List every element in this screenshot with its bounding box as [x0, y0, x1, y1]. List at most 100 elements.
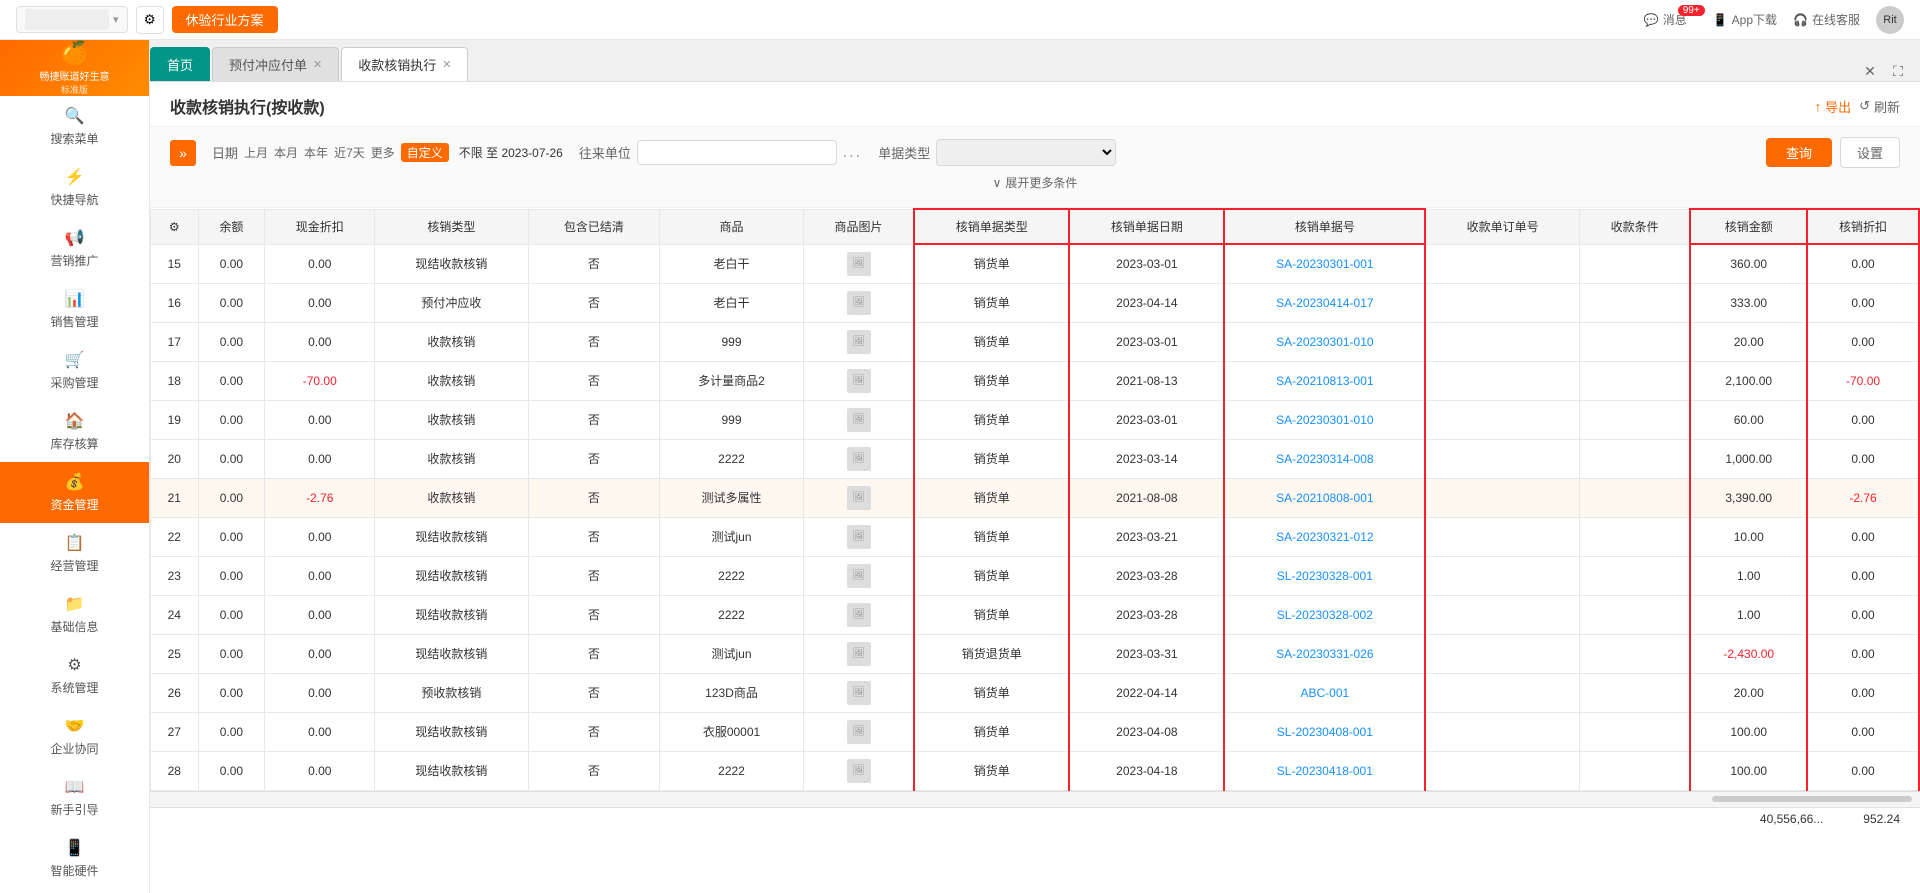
- cell-doc-no[interactable]: SA-20210808-001: [1224, 478, 1425, 517]
- doc-no-link[interactable]: SA-20210813-001: [1276, 374, 1373, 388]
- doc-no-link[interactable]: SA-20230314-008: [1276, 452, 1373, 466]
- cell-doc-no[interactable]: SA-20230314-008: [1224, 439, 1425, 478]
- doc-no-link[interactable]: SL-20230328-001: [1277, 569, 1373, 583]
- window-max-btn[interactable]: ⛶: [1888, 61, 1908, 81]
- tab-prepay-close[interactable]: ✕: [313, 58, 322, 71]
- cell-condition: [1579, 673, 1690, 712]
- cell-doc-no[interactable]: SA-20230301-010: [1224, 322, 1425, 361]
- industry-button[interactable]: 休验行业方案: [172, 6, 278, 33]
- cell-no: 18: [151, 361, 199, 400]
- messages-button[interactable]: 💬 消息 99+: [1644, 11, 1697, 28]
- voucher-type-select[interactable]: [936, 139, 1116, 166]
- expand-more-bar[interactable]: ∨ 展开更多条件: [170, 168, 1900, 197]
- user-avatar[interactable]: Rit: [1876, 6, 1904, 34]
- doc-no-link[interactable]: ABC-001: [1301, 686, 1350, 700]
- from-unit-input[interactable]: [637, 140, 837, 165]
- doc-no-link[interactable]: SL-20230328-002: [1277, 608, 1373, 622]
- sidebar-item-sales[interactable]: 📊 销售管理: [0, 279, 149, 340]
- window-close-btn[interactable]: ✕: [1860, 61, 1880, 81]
- cell-cash-discount: 0.00: [265, 283, 375, 322]
- date-7days[interactable]: 近7天: [334, 144, 365, 161]
- cell-included: 否: [528, 595, 660, 634]
- cell-doc-no[interactable]: SL-20230328-002: [1224, 595, 1425, 634]
- cell-doc-no[interactable]: SA-20230321-012: [1224, 517, 1425, 556]
- date-this-month[interactable]: 本月: [274, 144, 298, 161]
- doc-no-link[interactable]: SA-20230321-012: [1276, 530, 1373, 544]
- sidebar-item-search[interactable]: 🔍 搜索菜单: [0, 96, 149, 157]
- filter-expand-btn[interactable]: »: [170, 140, 196, 166]
- online-service-button[interactable]: 🎧 在线客服: [1793, 11, 1860, 28]
- cell-doc-no[interactable]: SL-20230408-001: [1224, 712, 1425, 751]
- export-button[interactable]: ↑ 导出: [1815, 97, 1852, 116]
- date-custom-btn[interactable]: 自定义: [401, 143, 449, 162]
- layout: 🍊 畅捷账道好生意 标准版 🔍 搜索菜单 ⚡ 快捷导航 📢 营销推广 📊 销售管…: [0, 40, 1920, 893]
- sidebar-item-quick-nav[interactable]: ⚡ 快捷导航: [0, 157, 149, 218]
- filter-dots: ...: [843, 144, 862, 162]
- doc-no-link[interactable]: SL-20230408-001: [1277, 725, 1373, 739]
- col-settings[interactable]: ⚙: [151, 209, 199, 244]
- query-button[interactable]: 查询: [1766, 138, 1832, 167]
- cell-balance: 0.00: [198, 634, 265, 673]
- sidebar-item-marketing[interactable]: 📢 营销推广: [0, 218, 149, 279]
- cell-doc-date: 2023-03-21: [1069, 517, 1224, 556]
- doc-no-link[interactable]: SA-20230301-010: [1276, 413, 1373, 427]
- col-condition: 收款条件: [1579, 209, 1690, 244]
- sidebar-item-hardware[interactable]: 📱 智能硬件: [0, 828, 149, 889]
- tab-collection-close[interactable]: ✕: [442, 58, 451, 71]
- doc-no-link[interactable]: SA-20230414-017: [1276, 296, 1373, 310]
- sidebar-item-finance[interactable]: 💰 资金管理: [0, 462, 149, 523]
- doc-no-link[interactable]: SA-20210808-001: [1276, 491, 1373, 505]
- sidebar-item-inventory[interactable]: 🏠 库存核算: [0, 401, 149, 462]
- cell-product-img: 🖼: [803, 751, 914, 790]
- sidebar-inventory-label: 库存核算: [50, 435, 98, 452]
- sidebar-item-guide[interactable]: 📖 新手引导: [0, 767, 149, 828]
- cell-doc-type: 销货单: [914, 673, 1069, 712]
- sidebar-item-system[interactable]: ⚙ 系统管理: [0, 645, 149, 706]
- date-more[interactable]: 更多: [371, 144, 395, 161]
- cell-doc-no[interactable]: SA-20230301-001: [1224, 244, 1425, 283]
- cell-order-no: [1425, 322, 1579, 361]
- cell-doc-no[interactable]: SA-20210813-001: [1224, 361, 1425, 400]
- cell-doc-no[interactable]: ABC-001: [1224, 673, 1425, 712]
- sidebar-item-basic-info[interactable]: 📁 基础信息: [0, 584, 149, 645]
- cell-amount: 100.00: [1690, 751, 1807, 790]
- date-this-year[interactable]: 本年: [304, 144, 328, 161]
- settings-button[interactable]: 设置: [1840, 137, 1900, 168]
- date-last-month[interactable]: 上月: [244, 144, 268, 161]
- cell-doc-date: 2023-04-18: [1069, 751, 1224, 790]
- sidebar-item-enterprise[interactable]: 🤝 企业协同: [0, 706, 149, 767]
- refresh-button[interactable]: ↺ 刷新: [1859, 97, 1900, 116]
- cell-cash-discount: 0.00: [265, 673, 375, 712]
- cell-cash-discount: -2.76: [265, 478, 375, 517]
- cell-amount: 1.00: [1690, 556, 1807, 595]
- sidebar-item-operations[interactable]: 📋 经营管理: [0, 523, 149, 584]
- app-selector[interactable]: ▾: [16, 6, 128, 33]
- cell-doc-date: 2023-03-31: [1069, 634, 1224, 673]
- gear-button[interactable]: ⚙: [136, 6, 164, 34]
- cell-doc-no[interactable]: SL-20230328-001: [1224, 556, 1425, 595]
- cell-doc-no[interactable]: SA-20230331-026: [1224, 634, 1425, 673]
- tab-collection[interactable]: 收款核销执行 ✕: [341, 47, 468, 81]
- cell-no: 15: [151, 244, 199, 283]
- doc-no-link[interactable]: SA-20230301-010: [1276, 335, 1373, 349]
- doc-no-link[interactable]: SL-20230418-001: [1277, 764, 1373, 778]
- doc-no-link[interactable]: SA-20230331-026: [1276, 647, 1373, 661]
- cell-doc-no[interactable]: SA-20230414-017: [1224, 283, 1425, 322]
- tab-prepay[interactable]: 预付冲应付单 ✕: [212, 47, 339, 81]
- app-download-button[interactable]: 📱 App下载: [1713, 11, 1777, 28]
- content-header: 收款核销执行(按收款) ↑ 导出 ↺ 刷新: [150, 82, 1920, 127]
- cell-doc-no[interactable]: SL-20230418-001: [1224, 751, 1425, 790]
- export-label: 导出: [1825, 97, 1851, 116]
- cell-product-img: 🖼: [803, 322, 914, 361]
- cell-amount: 333.00: [1690, 283, 1807, 322]
- marketing-icon: 📢: [65, 228, 85, 248]
- cell-condition: [1579, 478, 1690, 517]
- sidebar-item-wechat[interactable]: 💬 企业微信: [0, 889, 149, 893]
- horizontal-scrollbar[interactable]: [150, 791, 1920, 807]
- sidebar-item-purchase[interactable]: 🛒 采购管理: [0, 340, 149, 401]
- cell-type: 收款核销: [375, 478, 528, 517]
- tab-home[interactable]: 首页: [150, 47, 210, 81]
- doc-no-link[interactable]: SA-20230301-001: [1276, 257, 1373, 271]
- cell-doc-no[interactable]: SA-20230301-010: [1224, 400, 1425, 439]
- cell-no: 24: [151, 595, 199, 634]
